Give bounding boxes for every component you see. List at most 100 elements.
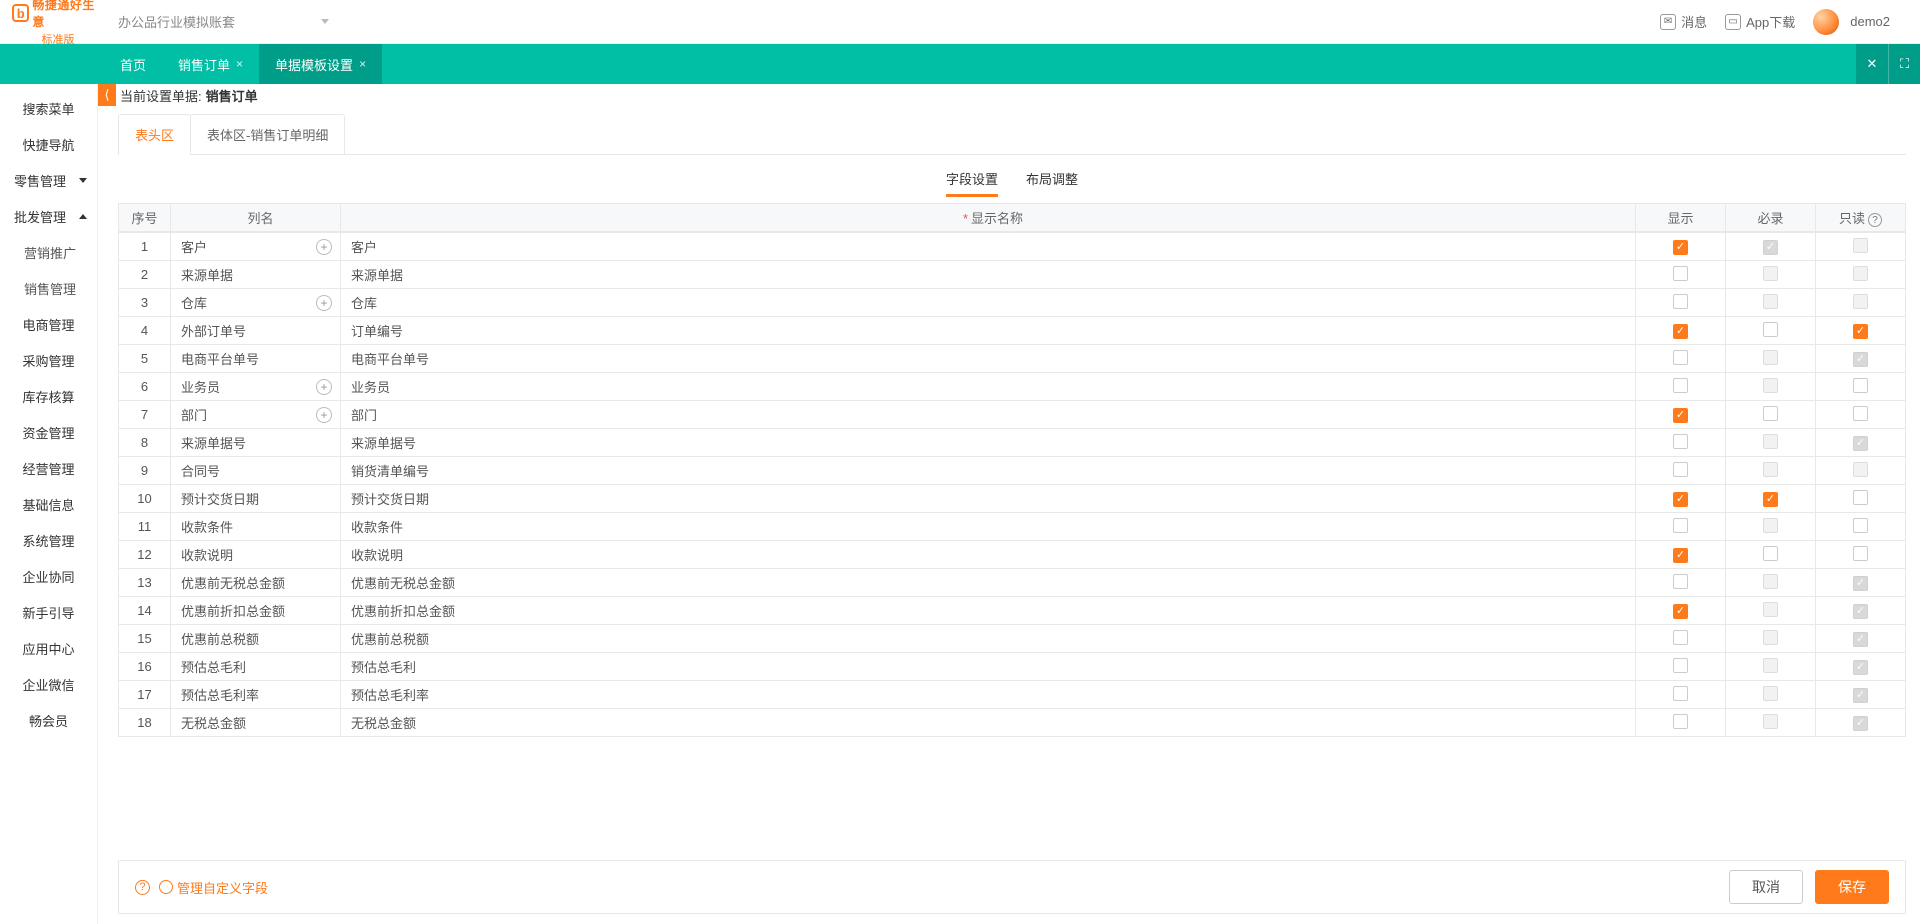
checkbox[interactable] — [1853, 546, 1868, 561]
sidebar-item[interactable]: 新手引导 — [0, 594, 97, 630]
sidebar-item[interactable]: 零售管理 — [0, 162, 97, 198]
sidebar-item[interactable]: 系统管理 — [0, 522, 97, 558]
sidebar-item[interactable]: 畅会员 — [0, 702, 97, 738]
checkbox[interactable] — [1763, 322, 1778, 337]
checkbox — [1853, 266, 1868, 281]
display-name-cell[interactable]: 部门 — [341, 401, 1636, 429]
sub-tab[interactable]: 布局调整 — [1026, 169, 1078, 197]
display-name-cell[interactable]: 优惠前无税总金额 — [341, 569, 1636, 597]
sidebar-item[interactable]: 电商管理 — [0, 306, 97, 342]
checkbox[interactable] — [1673, 266, 1688, 281]
add-icon[interactable]: + — [316, 239, 332, 255]
work-tab[interactable]: 单据模板设置× — [259, 44, 382, 84]
checkbox[interactable] — [1673, 630, 1688, 645]
account-label: 办公品行业模拟账套 — [118, 12, 235, 31]
checkbox[interactable] — [1853, 378, 1868, 393]
messages-button[interactable]: ✉ 消息 — [1660, 12, 1707, 31]
app-download-button[interactable]: ▭ App下载 — [1725, 12, 1795, 31]
checkbox[interactable] — [1673, 548, 1688, 563]
checkbox — [1763, 658, 1778, 673]
display-name-cell[interactable]: 来源单据号 — [341, 429, 1636, 457]
checkbox[interactable] — [1673, 518, 1688, 533]
work-tab[interactable]: 首页 — [104, 44, 162, 84]
checkbox[interactable] — [1853, 324, 1868, 339]
account-selector[interactable]: 办公品行业模拟账套 — [118, 12, 329, 31]
sidebar-item[interactable]: 企业协同 — [0, 558, 97, 594]
checkbox[interactable] — [1853, 406, 1868, 421]
checkbox[interactable] — [1673, 462, 1688, 477]
checkbox[interactable] — [1853, 518, 1868, 533]
section-tab[interactable]: 表体区-销售订单明细 — [190, 114, 345, 154]
display-name-cell[interactable]: 订单编号 — [341, 317, 1636, 345]
display-name-cell[interactable]: 优惠前总税额 — [341, 625, 1636, 653]
checkbox — [1853, 660, 1868, 675]
help-icon[interactable]: ? — [1868, 213, 1882, 227]
sidebar-item[interactable]: 基础信息 — [0, 486, 97, 522]
sidebar-item[interactable]: 经营管理 — [0, 450, 97, 486]
checkbox[interactable] — [1673, 714, 1688, 729]
fullscreen-button[interactable]: ⛶ — [1888, 44, 1920, 84]
checkbox[interactable] — [1673, 324, 1688, 339]
checkbox[interactable] — [1673, 686, 1688, 701]
display-name-cell[interactable]: 来源单据 — [341, 261, 1636, 289]
table-row: 4外部订单号订单编号 — [119, 317, 1906, 345]
checkbox[interactable] — [1853, 490, 1868, 505]
checkbox[interactable] — [1673, 294, 1688, 309]
checkbox[interactable] — [1673, 574, 1688, 589]
add-icon[interactable]: + — [316, 295, 332, 311]
sidebar: 搜索菜单快捷导航零售管理批发管理营销推广销售管理电商管理采购管理库存核算资金管理… — [0, 84, 98, 924]
checkbox — [1853, 688, 1868, 703]
sidebar-item[interactable]: 应用中心 — [0, 630, 97, 666]
checkbox[interactable] — [1763, 546, 1778, 561]
sidebar-item[interactable]: 批发管理 — [0, 198, 97, 234]
table-row: 9合同号销货清单编号 — [119, 457, 1906, 485]
checkbox[interactable] — [1673, 604, 1688, 619]
display-name-cell[interactable]: 业务员 — [341, 373, 1636, 401]
save-button[interactable]: 保存 — [1815, 870, 1889, 904]
display-name-cell[interactable]: 收款条件 — [341, 513, 1636, 541]
checkbox[interactable] — [1673, 434, 1688, 449]
sub-tab[interactable]: 字段设置 — [946, 169, 998, 197]
checkbox[interactable] — [1763, 406, 1778, 421]
manage-custom-fields-link[interactable]: ? 管理自定义字段 — [135, 878, 268, 897]
display-name-cell[interactable]: 预估总毛利率 — [341, 681, 1636, 709]
sidebar-item[interactable]: 库存核算 — [0, 378, 97, 414]
sidebar-subitem[interactable]: 销售管理 — [0, 270, 97, 306]
display-name-cell[interactable]: 电商平台单号 — [341, 345, 1636, 373]
table-row: 15优惠前总税额优惠前总税额 — [119, 625, 1906, 653]
sidebar-subitem[interactable]: 营销推广 — [0, 234, 97, 270]
sidebar-item[interactable]: 资金管理 — [0, 414, 97, 450]
display-name-cell[interactable]: 收款说明 — [341, 541, 1636, 569]
collapse-sidebar-button[interactable]: ⟨ — [98, 84, 116, 106]
checkbox[interactable] — [1673, 240, 1688, 255]
checkbox[interactable] — [1673, 378, 1688, 393]
checkbox[interactable] — [1673, 492, 1688, 507]
checkbox[interactable] — [1673, 658, 1688, 673]
checkbox — [1853, 462, 1868, 477]
display-name-cell[interactable]: 预计交货日期 — [341, 485, 1636, 513]
work-tab[interactable]: 销售订单× — [162, 44, 259, 84]
add-icon[interactable]: + — [316, 379, 332, 395]
close-all-tabs-button[interactable]: ✕ — [1856, 44, 1888, 84]
display-name-cell[interactable]: 无税总金额 — [341, 709, 1636, 737]
display-name-cell[interactable]: 销货清单编号 — [341, 457, 1636, 485]
message-icon: ✉ — [1660, 14, 1676, 30]
sidebar-item[interactable]: 采购管理 — [0, 342, 97, 378]
display-name-cell[interactable]: 预估总毛利 — [341, 653, 1636, 681]
sidebar-item[interactable]: 企业微信 — [0, 666, 97, 702]
checkbox[interactable] — [1763, 492, 1778, 507]
user-menu[interactable]: demo2 — [1813, 9, 1890, 35]
add-icon[interactable]: + — [316, 407, 332, 423]
checkbox[interactable] — [1673, 408, 1688, 423]
checkbox[interactable] — [1673, 350, 1688, 365]
close-icon[interactable]: × — [359, 57, 366, 71]
close-icon[interactable]: × — [236, 57, 243, 71]
display-name-cell[interactable]: 仓库 — [341, 289, 1636, 317]
cancel-button[interactable]: 取消 — [1729, 870, 1803, 904]
checkbox — [1763, 714, 1778, 729]
sidebar-item[interactable]: 快捷导航 — [0, 126, 97, 162]
sidebar-item[interactable]: 搜索菜单 — [0, 90, 97, 126]
display-name-cell[interactable]: 优惠前折扣总金额 — [341, 597, 1636, 625]
display-name-cell[interactable]: 客户 — [341, 233, 1636, 261]
section-tab[interactable]: 表头区 — [118, 114, 191, 154]
